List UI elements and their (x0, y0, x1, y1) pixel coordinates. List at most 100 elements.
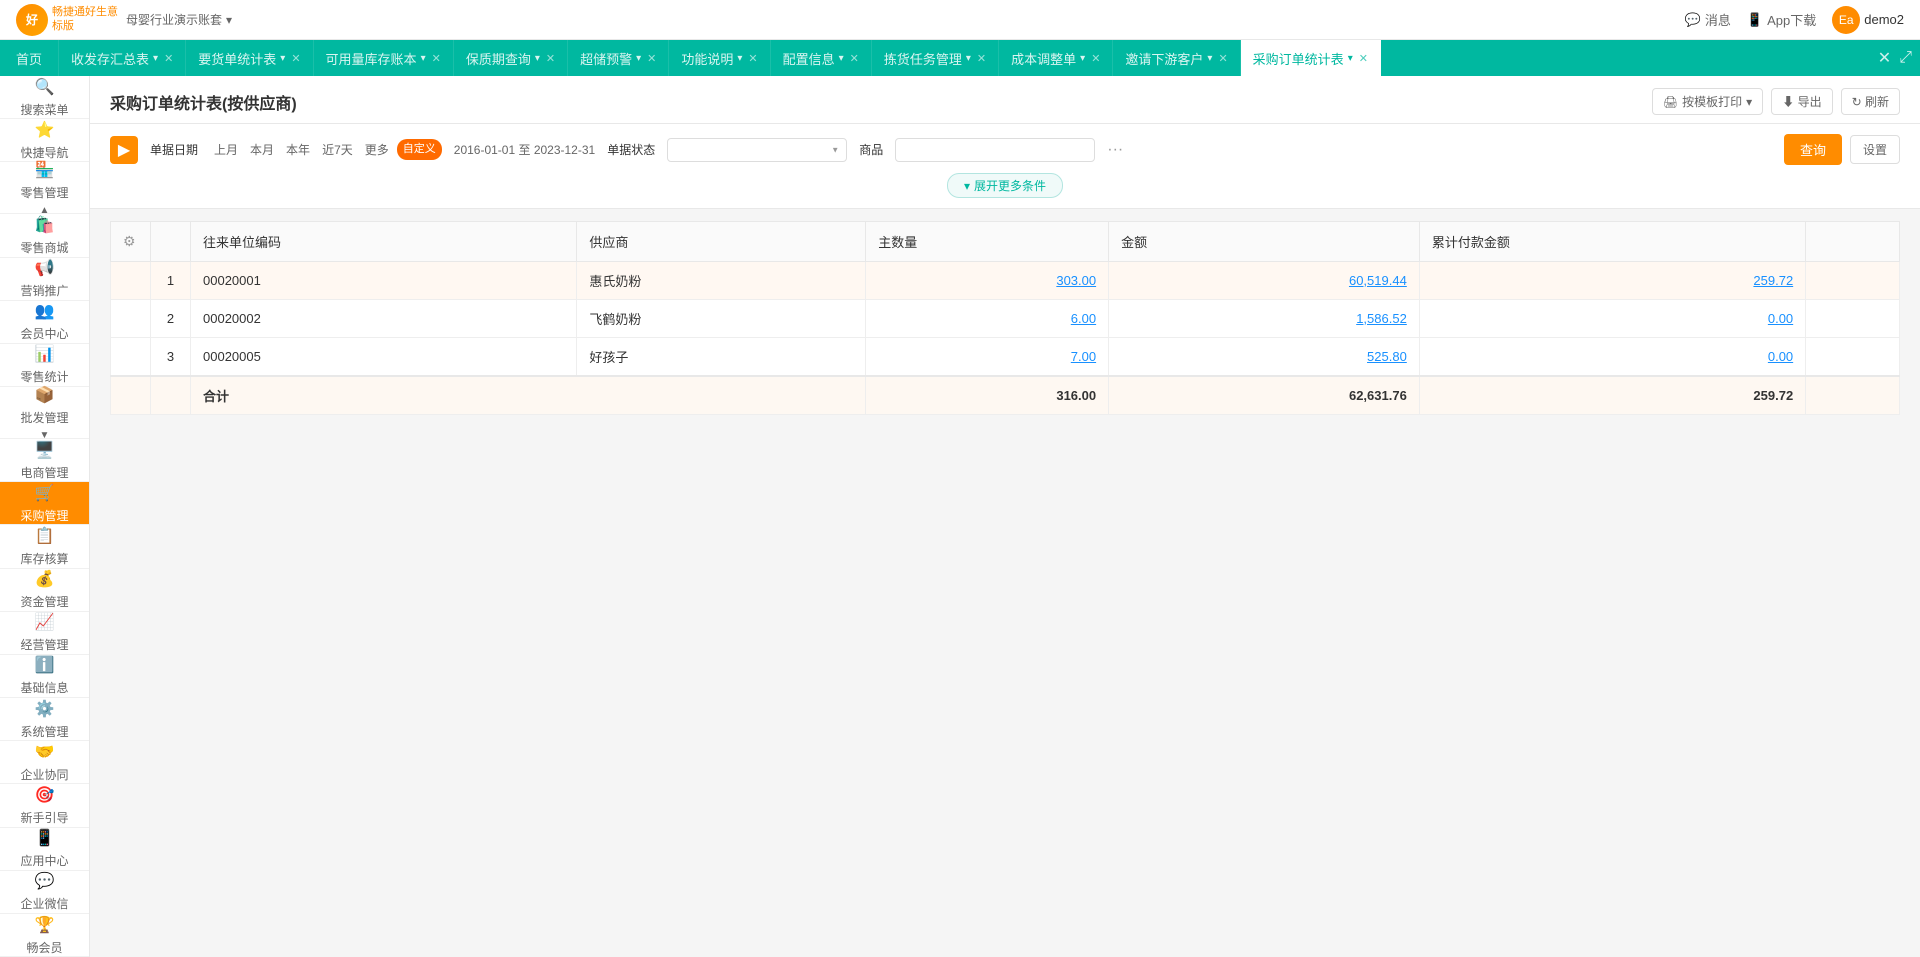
chevron-down-icon: ▾ (280, 53, 285, 64)
sidebar-item-retail-mall[interactable]: 🛍️ 零售商城 (0, 214, 89, 257)
workspace-selector[interactable]: 母婴行业演示账套 ▾ (126, 11, 232, 28)
goods-label: 商品 (859, 141, 883, 158)
chevron-down-icon: ▾ (737, 53, 742, 64)
close-icon[interactable]: ✕ (291, 52, 300, 65)
shopping-icon: 🛍️ (35, 215, 55, 235)
tab-purchase-order-stats[interactable]: 采购订单统计表 ▾ ✕ (1241, 40, 1381, 76)
footer-qty: 316.00 (866, 376, 1109, 415)
close-icon[interactable]: ✕ (850, 52, 859, 65)
close-icon[interactable]: ✕ (164, 52, 173, 65)
close-icon[interactable]: ✕ (748, 52, 757, 65)
tab-expiry-query[interactable]: 保质期查询 ▾ ✕ (454, 40, 568, 76)
supplier-column-header: 供应商 (577, 222, 866, 262)
vip-icon: 🏆 (35, 915, 55, 935)
close-icon[interactable]: ✕ (432, 52, 441, 65)
chevron-down-icon: ▾ (964, 179, 970, 193)
row2-extra (1806, 300, 1900, 338)
footer-label: 合计 (191, 376, 866, 415)
app-download-button[interactable]: 📱 App下载 (1747, 10, 1816, 29)
expand-more-conditions-button[interactable]: ▾ 展开更多条件 (947, 173, 1063, 198)
message-button[interactable]: 💬 消息 (1685, 10, 1731, 29)
sidebar-item-basic-info[interactable]: ℹ️ 基础信息 (0, 655, 89, 698)
amount-column-header: 金额 (1109, 222, 1420, 262)
tab-config-info[interactable]: 配置信息 ▾ ✕ (771, 40, 872, 76)
sidebar-item-search[interactable]: 🔍 搜索菜单 (0, 76, 89, 119)
tab-invite-downstream[interactable]: 邀请下游客户 ▾ ✕ (1113, 40, 1240, 76)
tab-home[interactable]: 首页 (0, 40, 59, 76)
row1-supplier: 惠氏奶粉 (577, 262, 866, 300)
collab-icon: 🤝 (35, 742, 55, 762)
sidebar-item-retail-mgmt[interactable]: 🏪 零售管理 ▲ (0, 162, 89, 214)
close-icon[interactable]: ✕ (1091, 52, 1100, 65)
row3-index: 3 (151, 338, 191, 377)
gear-icon: ⚙️ (35, 699, 55, 719)
shortcut-more[interactable]: 更多 (361, 139, 393, 160)
sidebar-item-enterprise-collab[interactable]: 🤝 企业协同 (0, 741, 89, 784)
filter-settings-button[interactable]: 设置 (1850, 135, 1900, 164)
tab-overstock-warning[interactable]: 超储预警 ▾ ✕ (568, 40, 669, 76)
members-icon: 👥 (35, 301, 55, 321)
user-area[interactable]: Ea demo2 (1832, 6, 1904, 34)
row3-partner-code: 00020005 (191, 338, 577, 377)
shortcut-this-month[interactable]: 本月 (246, 139, 278, 160)
tab-function-desc[interactable]: 功能说明 ▾ ✕ (669, 40, 770, 76)
sidebar-item-ecommerce[interactable]: 🖥️ 电商管理 (0, 439, 89, 482)
finance-icon: 💰 (35, 569, 55, 589)
shortcut-last-month[interactable]: 上月 (210, 139, 242, 160)
sidebar-item-wholesale[interactable]: 📦 批发管理 ▼ (0, 387, 89, 439)
sidebar-item-shortcuts[interactable]: ⭐ 快捷导航 (0, 119, 89, 162)
row2-qty: 6.00 (866, 300, 1109, 338)
close-icon[interactable]: ✕ (647, 52, 656, 65)
sidebar-item-system-mgmt[interactable]: ⚙️ 系统管理 (0, 698, 89, 741)
filter-collapse-button[interactable]: ▶ (110, 136, 138, 164)
export-button[interactable]: ⬇ 导出 (1771, 88, 1832, 115)
logo-icon: 好 (16, 4, 48, 36)
sidebar-item-retail-stats[interactable]: 📊 零售统计 (0, 344, 89, 387)
refresh-button[interactable]: ↻ 刷新 (1841, 88, 1900, 115)
query-button[interactable]: 查询 (1784, 134, 1842, 165)
tab-pick-task[interactable]: 拣货任务管理 ▾ ✕ (872, 40, 999, 76)
row1-partner-code: 00020001 (191, 262, 577, 300)
close-icon[interactable]: ✕ (1218, 52, 1227, 65)
close-icon[interactable]: ✕ (546, 52, 555, 65)
row1-amount: 60,519.44 (1109, 262, 1420, 300)
table-row: 3 00020005 好孩子 7.00 525.80 0.00 (111, 338, 1900, 377)
sidebar-item-enterprise-wechat[interactable]: 💬 企业微信 (0, 871, 89, 914)
chevron-down-icon: ▾ (1746, 95, 1752, 109)
data-table: ⚙ 往来单位编码 供应商 主数量 金额 累计付款金额 1 (110, 221, 1900, 415)
tab-available-stock[interactable]: 可用量库存账本 ▾ ✕ (314, 40, 454, 76)
sidebar-item-onboarding[interactable]: 🎯 新手引导 (0, 784, 89, 827)
refresh-icon: ↻ (1852, 95, 1862, 109)
close-icon[interactable]: ✕ (977, 52, 986, 65)
nav-expand-button[interactable]: ⤢ (1899, 49, 1912, 67)
tab-cost-adjust[interactable]: 成本调整单 ▾ ✕ (999, 40, 1113, 76)
custom-date-badge[interactable]: 自定义 (397, 139, 442, 160)
sidebar-item-stock-accounting[interactable]: 📋 库存核算 (0, 525, 89, 568)
more-fields-icon[interactable]: ··· (1107, 141, 1123, 159)
wholesale-icon: 📦 (35, 385, 55, 405)
close-icon[interactable]: ✕ (1359, 52, 1368, 65)
chevron-down-icon: ▾ (1348, 53, 1353, 64)
sidebar-item-finance[interactable]: 💰 资金管理 (0, 569, 89, 612)
column-settings-icon[interactable]: ⚙ (123, 233, 136, 249)
sidebar-item-purchase-mgmt[interactable]: 🛒 采购管理 (0, 482, 89, 525)
template-print-button[interactable]: 🖨 按模板打印 ▾ (1652, 88, 1763, 115)
purchase-icon: 🛒 (35, 483, 55, 503)
tab-requisition-stats[interactable]: 要货单统计表 ▾ ✕ (186, 40, 313, 76)
shortcut-this-year[interactable]: 本年 (282, 139, 314, 160)
shortcut-7days[interactable]: 近7天 (318, 139, 357, 160)
filter-expand-row: ▾ 展开更多条件 (110, 173, 1900, 198)
footer-paid-amount: 259.72 (1419, 376, 1805, 415)
row3-settings (111, 338, 151, 377)
sidebar-item-operations[interactable]: 📈 经营管理 (0, 612, 89, 655)
row2-amount: 1,586.52 (1109, 300, 1420, 338)
status-select[interactable] (667, 138, 847, 162)
tab-receive-summary[interactable]: 收发存汇总表 ▾ ✕ (59, 40, 186, 76)
sidebar-item-members[interactable]: 👥 会员中心 (0, 301, 89, 344)
sidebar-item-app-center[interactable]: 📱 应用中心 (0, 828, 89, 871)
sidebar-item-marketing[interactable]: 📢 营销推广 (0, 258, 89, 301)
goods-input[interactable] (895, 138, 1095, 162)
message-icon: 💬 (1685, 12, 1701, 28)
nav-close-all-button[interactable]: ✕ (1878, 48, 1891, 68)
sidebar-item-member-vip[interactable]: 🏆 畅会员 (0, 914, 89, 957)
